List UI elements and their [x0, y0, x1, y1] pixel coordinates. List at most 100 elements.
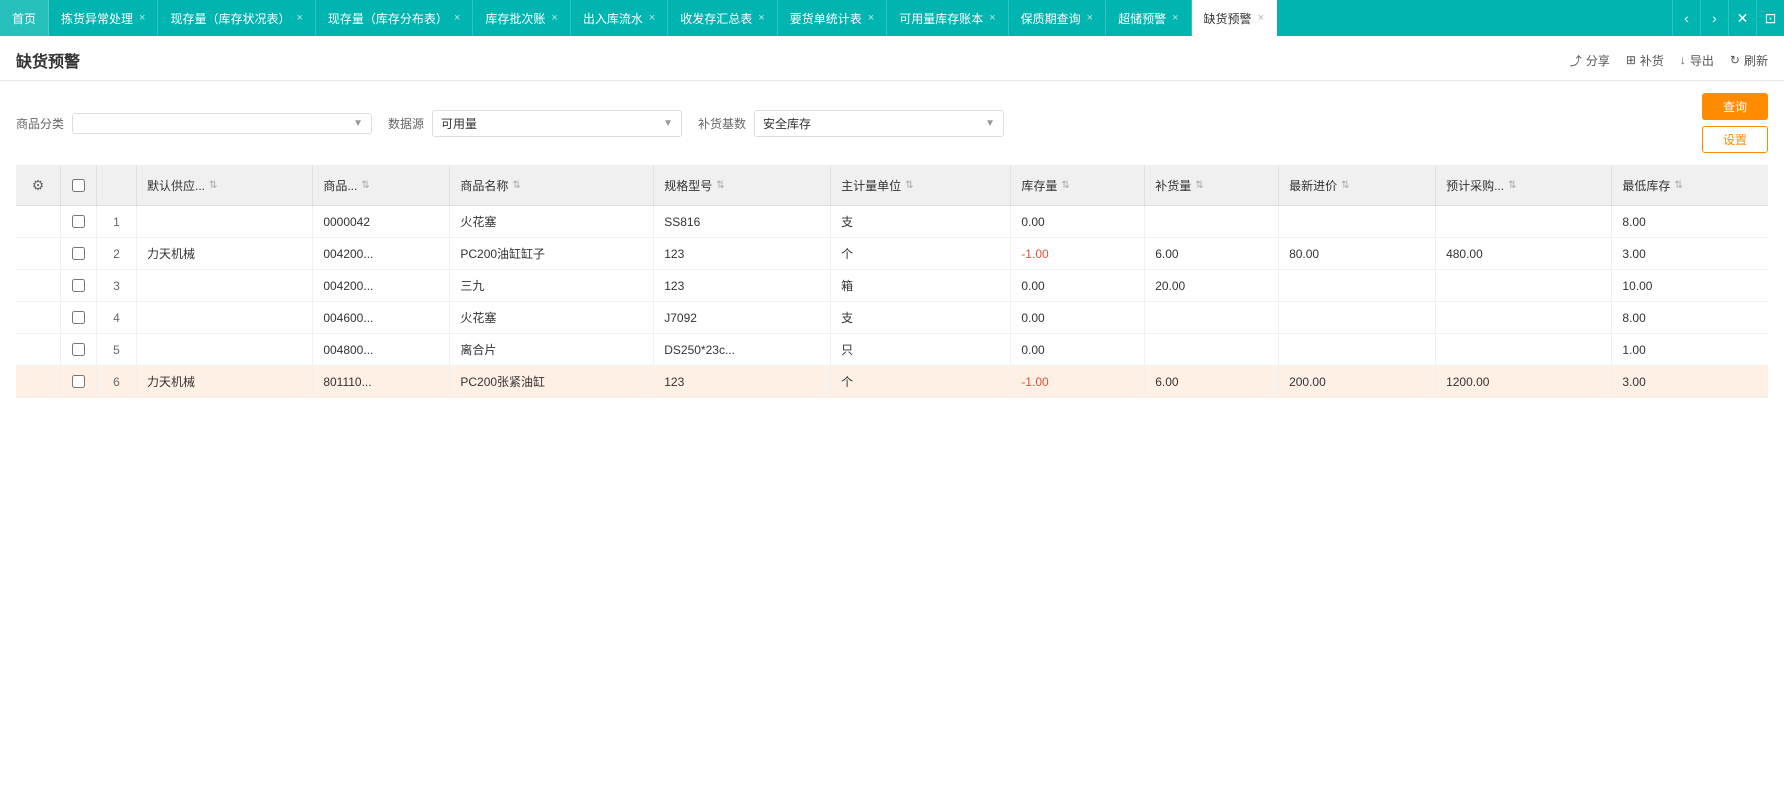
row-stock: -1.00	[1011, 366, 1145, 398]
row-checkbox-cell	[61, 270, 97, 302]
tab-next-button[interactable]: ›	[1700, 0, 1728, 36]
row-est-purchase	[1436, 206, 1612, 238]
header-actions: ⤴ 分享 ⊞ 补货 ↓ 导出 ↻ 刷新	[1570, 52, 1768, 69]
th-product-name-label: 商品名称	[460, 177, 508, 194]
row-stock: 0.00	[1011, 206, 1145, 238]
refresh-label: 刷新	[1744, 52, 1768, 69]
tab-expand-button[interactable]: ⊡	[1756, 0, 1784, 36]
replenish-base-select[interactable]: 安全库存 ▼	[754, 110, 1004, 137]
th-unit[interactable]: 主计量单位 ⇅	[831, 165, 1011, 206]
tab-collect-summary-close[interactable]: ×	[758, 12, 764, 24]
tab-shortage[interactable]: 缺货预警 ×	[1192, 0, 1277, 36]
table-container: ⚙ 默认供应... ⇅	[0, 165, 1784, 414]
row-product-name: 三九	[450, 270, 654, 302]
export-button[interactable]: ↓ 导出	[1680, 52, 1714, 69]
tab-inout-flow[interactable]: 出入库流水 ×	[571, 0, 668, 36]
select-all-checkbox[interactable]	[72, 179, 85, 192]
tab-exception[interactable]: 拣货异常处理 ×	[49, 0, 158, 36]
row-unit: 支	[831, 206, 1011, 238]
tab-exception-close[interactable]: ×	[139, 12, 145, 24]
tab-inventory-status[interactable]: 现存量（库存状况表） ×	[158, 0, 315, 36]
tab-home[interactable]: 首页	[0, 0, 49, 36]
share-button[interactable]: ⤴ 分享	[1570, 52, 1610, 69]
tab-expiry-query[interactable]: 保质期查询 ×	[1009, 0, 1106, 36]
th-replenish-label: 补货量	[1155, 177, 1191, 194]
query-button[interactable]: 查询	[1702, 93, 1768, 120]
tab-available-ledger-label: 可用量库存账本	[899, 10, 983, 27]
tab-inventory-dist[interactable]: 现存量（库存分布表） ×	[316, 0, 473, 36]
row-checkbox[interactable]	[72, 279, 85, 292]
tab-collect-summary[interactable]: 收发存汇总表 ×	[668, 0, 777, 36]
table-row: 2 力天机械 004200... PC200油缸缸子 123 个 -1.00 6…	[16, 238, 1768, 270]
row-checkbox[interactable]	[72, 375, 85, 388]
tab-nav-buttons: ‹ › ✕ ⊡	[1672, 0, 1784, 36]
replenish-label: 补货	[1640, 52, 1664, 69]
th-spec[interactable]: 规格型号 ⇅	[654, 165, 831, 206]
replenish-button[interactable]: ⊞ 补货	[1626, 52, 1664, 69]
tab-exception-label: 拣货异常处理	[61, 10, 133, 27]
refresh-button[interactable]: ↻ 刷新	[1730, 52, 1768, 69]
column-settings-button[interactable]: ⚙	[26, 173, 50, 197]
tab-demand-stat[interactable]: 要货单统计表 ×	[778, 0, 887, 36]
category-arrow-icon: ▼	[353, 118, 363, 129]
th-replenish[interactable]: 补货量 ⇅	[1145, 165, 1279, 206]
th-supplier-label: 默认供应...	[147, 177, 205, 194]
row-product-code: 801110...	[313, 366, 450, 398]
row-index: 3	[97, 270, 137, 302]
th-supplier[interactable]: 默认供应... ⇅	[137, 165, 313, 206]
row-latest-price: 80.00	[1279, 238, 1436, 270]
row-supplier: 力天机械	[137, 366, 313, 398]
row-checkbox[interactable]	[72, 311, 85, 324]
row-checkbox[interactable]	[72, 343, 85, 356]
row-checkbox[interactable]	[72, 247, 85, 260]
row-min-stock: 3.00	[1612, 238, 1768, 270]
tab-inout-flow-close[interactable]: ×	[649, 12, 655, 24]
row-latest-price: 200.00	[1279, 366, 1436, 398]
row-stock: 0.00	[1011, 270, 1145, 302]
category-select[interactable]: ▼	[72, 113, 372, 134]
datasource-select[interactable]: 可用量 ▼	[432, 110, 682, 137]
tab-close-all-button[interactable]: ✕	[1728, 0, 1756, 36]
row-spec: 123	[654, 366, 831, 398]
tab-batch-account-label: 库存批次账	[485, 10, 545, 27]
row-product-code: 004200...	[313, 238, 450, 270]
tab-shortage-close[interactable]: ×	[1258, 12, 1264, 24]
row-supplier	[137, 334, 313, 366]
tab-batch-account[interactable]: 库存批次账 ×	[473, 0, 570, 36]
row-settings-cell	[16, 238, 61, 270]
tab-expiry-query-close[interactable]: ×	[1087, 12, 1093, 24]
tab-available-ledger-close[interactable]: ×	[989, 12, 995, 24]
datasource-arrow-icon: ▼	[663, 118, 673, 129]
th-product-code[interactable]: 商品... ⇅	[313, 165, 450, 206]
tab-overstock[interactable]: 超储预警 ×	[1106, 0, 1191, 36]
row-min-stock: 3.00	[1612, 366, 1768, 398]
tab-inventory-status-close[interactable]: ×	[296, 12, 302, 24]
row-checkbox[interactable]	[72, 215, 85, 228]
replenish-icon: ⊞	[1626, 53, 1636, 67]
tab-inventory-dist-close[interactable]: ×	[454, 12, 460, 24]
th-stock[interactable]: 库存量 ⇅	[1011, 165, 1145, 206]
th-min-stock[interactable]: 最低库存 ⇅	[1612, 165, 1768, 206]
row-settings-cell	[16, 270, 61, 302]
th-min-stock-label: 最低库存	[1622, 177, 1670, 194]
tab-demand-stat-label: 要货单统计表	[790, 10, 862, 27]
page-header: 缺货预警 ⤴ 分享 ⊞ 补货 ↓ 导出 ↻ 刷新	[0, 36, 1784, 81]
filter-replenish-base: 补货基数 安全库存 ▼	[698, 110, 1004, 137]
row-stock: 0.00	[1011, 302, 1145, 334]
th-est-purchase-sort-icon: ⇅	[1508, 180, 1516, 191]
th-product-name[interactable]: 商品名称 ⇅	[450, 165, 654, 206]
settings-button[interactable]: 设置	[1702, 126, 1768, 153]
tab-overstock-close[interactable]: ×	[1172, 12, 1178, 24]
row-checkbox-cell	[61, 206, 97, 238]
row-index: 5	[97, 334, 137, 366]
tab-prev-button[interactable]: ‹	[1672, 0, 1700, 36]
row-replenish: 6.00	[1145, 238, 1279, 270]
th-latest-price[interactable]: 最新进价 ⇅	[1279, 165, 1436, 206]
tab-demand-stat-close[interactable]: ×	[868, 12, 874, 24]
th-index	[97, 165, 137, 206]
table-header-row: ⚙ 默认供应... ⇅	[16, 165, 1768, 206]
row-index: 4	[97, 302, 137, 334]
tab-batch-account-close[interactable]: ×	[551, 12, 557, 24]
tab-available-ledger[interactable]: 可用量库存账本 ×	[887, 0, 1008, 36]
th-est-purchase[interactable]: 预计采购... ⇅	[1436, 165, 1612, 206]
